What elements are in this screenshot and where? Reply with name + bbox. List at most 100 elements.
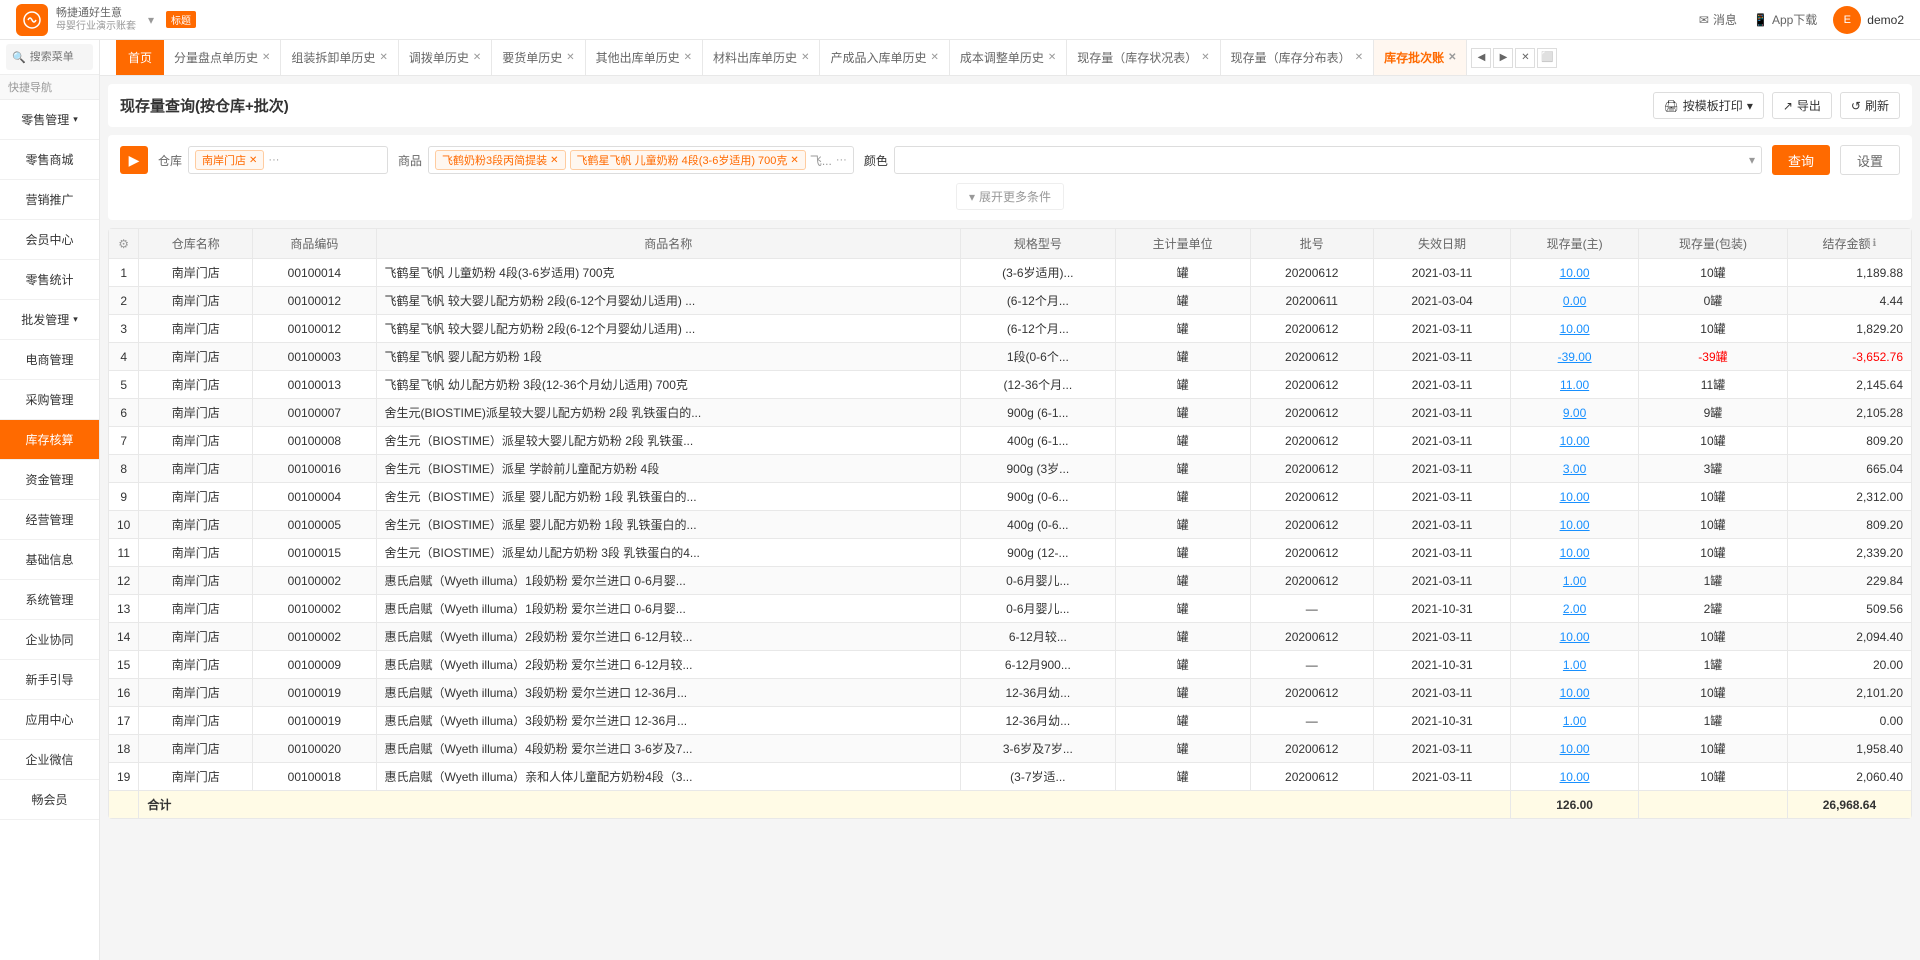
- tab-other-out-history[interactable]: 其他出库单历史 ✕: [586, 40, 703, 76]
- tab-current-stock-status[interactable]: 现存量（库存状况表） ✕: [1067, 40, 1220, 76]
- header-right: ✉ 消息 📱 App下载 E demo2: [1699, 6, 1904, 34]
- user-profile[interactable]: E demo2: [1833, 6, 1904, 34]
- cell-stock-main[interactable]: 10.00: [1511, 315, 1639, 343]
- close-batch-order-icon[interactable]: ✕: [1448, 52, 1456, 63]
- tab-material-out-history[interactable]: 材料出库单历史 ✕: [703, 40, 820, 76]
- sidebar-item-stock-check[interactable]: 库存核算: [0, 420, 99, 460]
- cell-stock-main[interactable]: 9.00: [1511, 399, 1639, 427]
- btn-search[interactable]: 查询: [1772, 145, 1830, 175]
- cell-stock-main[interactable]: 10.00: [1511, 679, 1639, 707]
- sidebar-item-retail-mgmt[interactable]: 零售管理 ▾: [0, 100, 99, 140]
- btn-set[interactable]: 设置: [1840, 145, 1900, 175]
- dropdown-icon[interactable]: ▾: [148, 13, 154, 27]
- close-stock-dist-icon[interactable]: ✕: [1355, 52, 1363, 63]
- product-more-tags[interactable]: 飞...: [810, 152, 832, 169]
- nav-close-all-btn[interactable]: ✕: [1515, 48, 1535, 68]
- close-disassemble-icon[interactable]: ✕: [379, 52, 387, 63]
- cell-stock-main[interactable]: 10.00: [1511, 623, 1639, 651]
- cell-stock-main[interactable]: 1.00: [1511, 651, 1639, 679]
- tab-disassemble-history[interactable]: 组装拆卸单历史 ✕: [281, 40, 398, 76]
- chevron-down-color-icon[interactable]: ▾: [1749, 153, 1755, 167]
- sidebar-item-purchase[interactable]: 采购管理: [0, 380, 99, 420]
- sidebar-search-box[interactable]: 🔍: [6, 44, 93, 70]
- app-download-btn[interactable]: 📱 App下载: [1753, 11, 1817, 28]
- cell-stock-main[interactable]: 10.00: [1511, 259, 1639, 287]
- close-cost-adjust-icon[interactable]: ✕: [1048, 52, 1056, 63]
- nav-maximize-btn[interactable]: ⬜: [1537, 48, 1557, 68]
- sidebar-item-enterprise-collab[interactable]: 企业协同: [0, 620, 99, 660]
- tab-product-in-history[interactable]: 产成品入库单历史 ✕: [820, 40, 949, 76]
- sidebar-item-ops[interactable]: 经营管理: [0, 500, 99, 540]
- nav-right-btn[interactable]: ▶: [1493, 48, 1513, 68]
- cell-balance: 1,958.40: [1787, 735, 1911, 763]
- sidebar-item-member[interactable]: 会员中心: [0, 220, 99, 260]
- close-other-out-icon[interactable]: ✕: [684, 52, 692, 63]
- cell-stock-main[interactable]: 10.00: [1511, 483, 1639, 511]
- sidebar-item-basic-info[interactable]: 基础信息: [0, 540, 99, 580]
- warehouse-tag-close-icon[interactable]: ✕: [249, 155, 257, 166]
- sidebar-search-input[interactable]: [30, 51, 90, 63]
- btn-export[interactable]: ↗ 导出: [1772, 92, 1832, 119]
- cell-stock-main[interactable]: 10.00: [1511, 427, 1639, 455]
- expand-arrow-btn[interactable]: ▶: [120, 146, 148, 174]
- sidebar-item-retail-stats[interactable]: 零售统计: [0, 260, 99, 300]
- message-btn[interactable]: ✉ 消息: [1699, 11, 1737, 28]
- close-adjust-icon[interactable]: ✕: [473, 52, 481, 63]
- cell-stock-main[interactable]: 0.00: [1511, 287, 1639, 315]
- tab-order-history[interactable]: 要货单历史 ✕: [492, 40, 585, 76]
- cell-stock-main[interactable]: 3.00: [1511, 455, 1639, 483]
- sidebar-item-wholesale[interactable]: 批发管理 ▾: [0, 300, 99, 340]
- cell-warehouse: 南岸门店: [139, 287, 253, 315]
- btn-template-print[interactable]: 🖨 按模板打印 ▾: [1653, 92, 1764, 119]
- product-tag-1-close[interactable]: ✕: [550, 155, 558, 166]
- tab-split-history[interactable]: 分量盘点单历史 ✕: [164, 40, 281, 76]
- sidebar-item-marketing[interactable]: 营销推广: [0, 180, 99, 220]
- cell-stock-main[interactable]: 10.00: [1511, 735, 1639, 763]
- close-material-out-icon[interactable]: ✕: [801, 52, 809, 63]
- nav-left-btn[interactable]: ◀: [1471, 48, 1491, 68]
- tab-current-stock-dist[interactable]: 现存量（库存分布表） ✕: [1221, 40, 1374, 76]
- settings-icon[interactable]: ⚙: [118, 237, 129, 251]
- product-input-box[interactable]: 飞鹤奶粉3段丙简提装 ✕ 飞鹤星飞帆 儿童奶粉 4段(3-6岁适用) 700克 …: [428, 146, 854, 174]
- tab-adjust-history[interactable]: 调拨单历史 ✕: [399, 40, 492, 76]
- col-header-settings[interactable]: ⚙: [109, 229, 139, 259]
- sidebar-item-sys[interactable]: 系统管理: [0, 580, 99, 620]
- sidebar-item-retail-shop[interactable]: 零售商城: [0, 140, 99, 180]
- cell-product-code: 00100004: [253, 483, 376, 511]
- cell-expiry: 2021-03-04: [1373, 287, 1510, 315]
- cell-index: 14: [109, 623, 139, 651]
- close-product-in-icon[interactable]: ✕: [930, 52, 938, 63]
- sidebar-item-app-center[interactable]: 应用中心: [0, 700, 99, 740]
- cell-stock-main[interactable]: 2.00: [1511, 595, 1639, 623]
- cell-stock-main[interactable]: 1.00: [1511, 567, 1639, 595]
- product-tag-2-close[interactable]: ✕: [790, 155, 798, 166]
- expand-more-btn[interactable]: ▾ 展开更多条件: [956, 183, 1064, 210]
- btn-refresh[interactable]: ↺ 刷新: [1840, 92, 1900, 119]
- cell-stock-main[interactable]: 10.00: [1511, 539, 1639, 567]
- cell-stock-main[interactable]: 11.00: [1511, 371, 1639, 399]
- tab-batch-order[interactable]: 库存批次账 ✕: [1374, 40, 1467, 76]
- tab-cost-adjust-history[interactable]: 成本调整单历史 ✕: [950, 40, 1067, 76]
- color-input[interactable]: [901, 153, 1749, 167]
- warehouse-more-icon[interactable]: ···: [268, 154, 279, 166]
- close-order-icon[interactable]: ✕: [566, 52, 574, 63]
- sidebar-item-new-guide[interactable]: 新手引导: [0, 660, 99, 700]
- product-more-icon[interactable]: ···: [836, 154, 847, 166]
- cell-stock-main[interactable]: -39.00: [1511, 343, 1639, 371]
- warehouse-input-box[interactable]: 南岸门店 ✕ ···: [188, 146, 388, 174]
- cell-warehouse: 南岸门店: [139, 455, 253, 483]
- sidebar-item-finance[interactable]: 资金管理: [0, 460, 99, 500]
- cell-stock-main[interactable]: 10.00: [1511, 763, 1639, 791]
- cell-expiry: 2021-03-11: [1373, 679, 1510, 707]
- close-split-history-icon[interactable]: ✕: [262, 52, 270, 63]
- cell-stock-main[interactable]: 1.00: [1511, 707, 1639, 735]
- cell-stock-main[interactable]: 10.00: [1511, 511, 1639, 539]
- sidebar-item-enterprise-wechat[interactable]: 企业微信: [0, 740, 99, 780]
- cell-unit: 罐: [1115, 763, 1250, 791]
- sidebar-item-ecommerce[interactable]: 电商管理: [0, 340, 99, 380]
- sidebar-item-vip[interactable]: 畅会员: [0, 780, 99, 820]
- tab-home[interactable]: 首页: [116, 40, 164, 76]
- cell-unit: 罐: [1115, 651, 1250, 679]
- close-stock-status-icon[interactable]: ✕: [1201, 52, 1209, 63]
- color-input-box[interactable]: ▾: [894, 146, 1762, 174]
